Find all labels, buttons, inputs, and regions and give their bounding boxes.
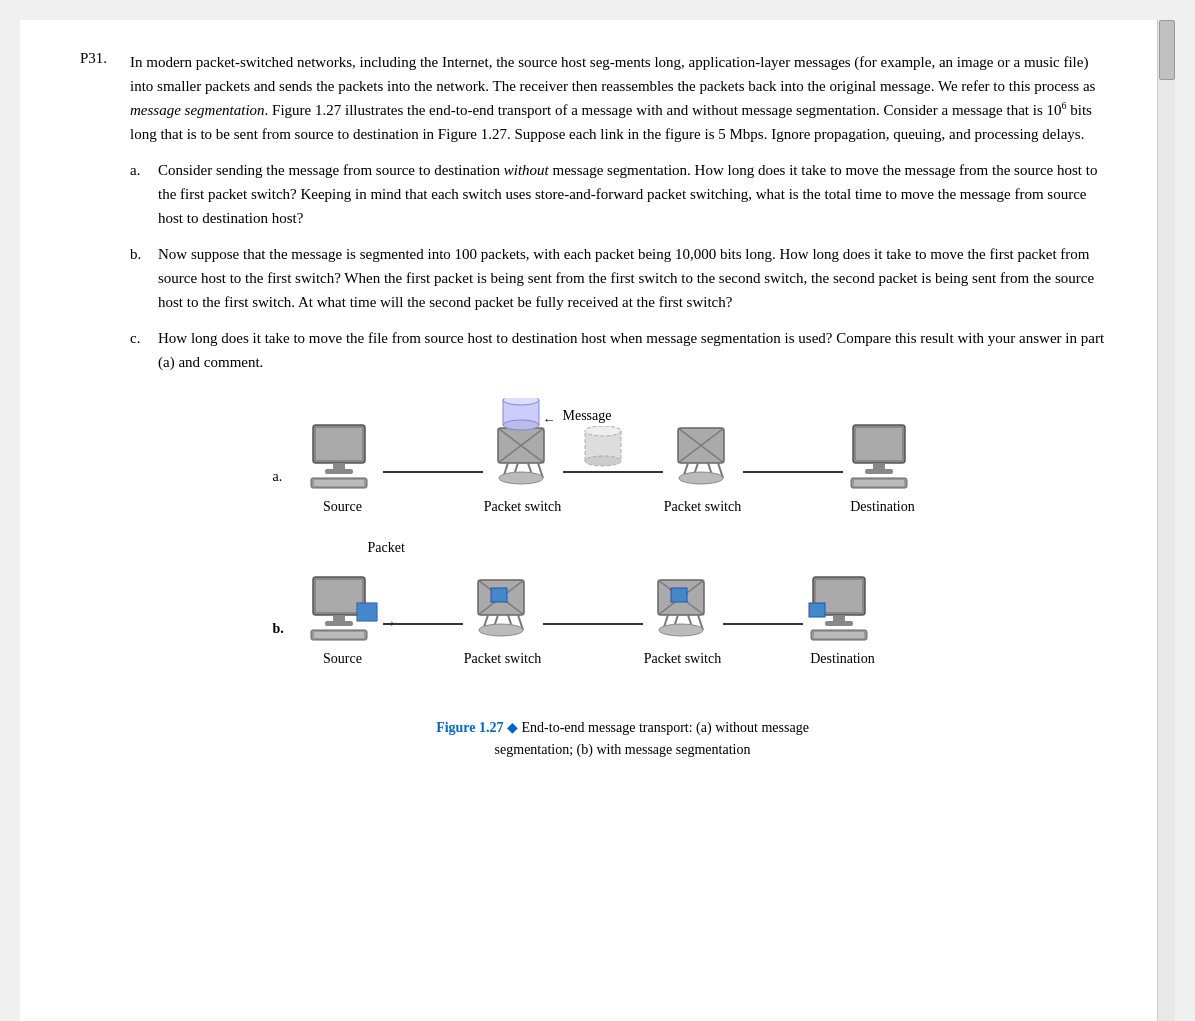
- destination-a: Destination: [843, 423, 923, 515]
- svg-rect-3: [325, 469, 353, 474]
- diagram-b-wrapper: Packet b.: [273, 545, 973, 667]
- line-3-a: [743, 471, 843, 473]
- source-computer-a: [303, 423, 383, 493]
- figure-caption: Figure 1.27 ◆ End-to-end message transpo…: [436, 717, 809, 762]
- switch1-a: Packet switch: [483, 398, 563, 515]
- superscript: 6: [1061, 100, 1066, 111]
- sub-item-a: a. Consider sending the message from sou…: [130, 158, 1115, 230]
- svg-point-27: [679, 472, 723, 484]
- dest-computer-a: [843, 423, 923, 493]
- switch2-label-b: Packet switch: [644, 651, 721, 667]
- sub-item-b: b. Now suppose that the message is segme…: [130, 242, 1115, 314]
- switch1-b: Packet switch: [463, 550, 543, 667]
- problem-block: P31. In modern packet-switched networks,…: [80, 50, 1115, 762]
- diagram-a-wrapper: Message ← a.: [273, 398, 973, 515]
- switch2-a-svg: [663, 398, 743, 493]
- line-2-b: [543, 623, 643, 625]
- svg-point-16: [499, 472, 543, 484]
- scroll-thumb[interactable]: [1159, 20, 1175, 80]
- svg-rect-66: [809, 603, 825, 617]
- switch1-label-b: Packet switch: [464, 651, 541, 667]
- sub-text-a: Consider sending the message from source…: [158, 158, 1115, 230]
- diagrams-container: Message ← a.: [130, 398, 1115, 762]
- svg-rect-35: [316, 580, 362, 612]
- svg-rect-54: [671, 588, 687, 602]
- dest-b-svg: [803, 545, 883, 645]
- dest-label-a: Destination: [850, 499, 915, 515]
- line-1-a: [383, 471, 483, 473]
- italic-without: without: [504, 162, 549, 178]
- svg-point-50: [479, 624, 523, 636]
- svg-point-11: [503, 420, 539, 430]
- diagram-a-row: a.: [273, 398, 973, 515]
- line-3-b: [723, 623, 803, 625]
- svg-rect-63: [825, 621, 853, 626]
- italic-text: message segmentation: [130, 102, 265, 118]
- row-label-b: b.: [273, 621, 303, 667]
- svg-rect-5: [314, 480, 364, 486]
- figure-arrow: ◆: [507, 720, 522, 735]
- svg-point-59: [659, 624, 703, 636]
- svg-rect-37: [325, 621, 353, 626]
- svg-point-19: [585, 456, 621, 466]
- message-label: Message: [563, 408, 612, 424]
- switch2-a: Packet switch: [663, 398, 743, 515]
- packet-arrow-b: →: [380, 613, 398, 634]
- source-label-b: Source: [323, 651, 362, 667]
- sub-text-c: How long does it take to move the file f…: [158, 326, 1115, 374]
- destination-b: Destination: [803, 545, 883, 667]
- svg-rect-1: [316, 428, 362, 460]
- source-b-svg: [303, 545, 383, 645]
- sub-item-c: c. How long does it take to move the fil…: [130, 326, 1115, 374]
- problem-intro: In modern packet-switched networks, incl…: [130, 50, 1115, 146]
- sub-label-c: c.: [130, 326, 150, 374]
- problem-number: P31.: [80, 50, 130, 762]
- diagram-source-a: Source: [303, 423, 383, 515]
- diagram-b-row: b.: [273, 545, 973, 667]
- figure-text2: segmentation; (b) with message segmentat…: [495, 742, 751, 757]
- problem-content: In modern packet-switched networks, incl…: [130, 50, 1115, 762]
- switch2-label-a: Packet switch: [664, 499, 741, 515]
- svg-rect-33: [854, 480, 904, 486]
- dest-label-b: Destination: [810, 651, 875, 667]
- source-label-a: Source: [323, 499, 362, 515]
- scrollbar[interactable]: [1157, 20, 1175, 1021]
- diagram-source-b: → Source: [303, 545, 383, 667]
- svg-rect-29: [856, 428, 902, 460]
- page: P31. In modern packet-switched networks,…: [20, 20, 1175, 1021]
- sub-text-b: Now suppose that the message is segmente…: [158, 242, 1115, 314]
- svg-point-10: [503, 398, 539, 405]
- switch1-b-svg: [463, 550, 543, 645]
- sub-label-b: b.: [130, 242, 150, 314]
- switch2-b-svg: [643, 550, 723, 645]
- svg-rect-40: [357, 603, 377, 621]
- svg-point-18: [585, 426, 621, 436]
- sub-label-a: a.: [130, 158, 150, 230]
- message-cylinder-a: [578, 426, 628, 474]
- switch1-label-a: Packet switch: [484, 499, 561, 515]
- figure-label: Figure 1.27: [436, 720, 507, 735]
- figure-text1: End-to-end message transport: (a) withou…: [522, 720, 809, 735]
- row-label-a: a.: [273, 469, 303, 515]
- svg-rect-45: [491, 588, 507, 602]
- line-2-a: [563, 471, 663, 473]
- switch2-b: Packet switch: [643, 550, 723, 667]
- switch1-a-svg: [483, 398, 563, 493]
- svg-rect-65: [814, 632, 864, 638]
- svg-rect-39: [314, 632, 364, 638]
- svg-rect-31: [865, 469, 893, 474]
